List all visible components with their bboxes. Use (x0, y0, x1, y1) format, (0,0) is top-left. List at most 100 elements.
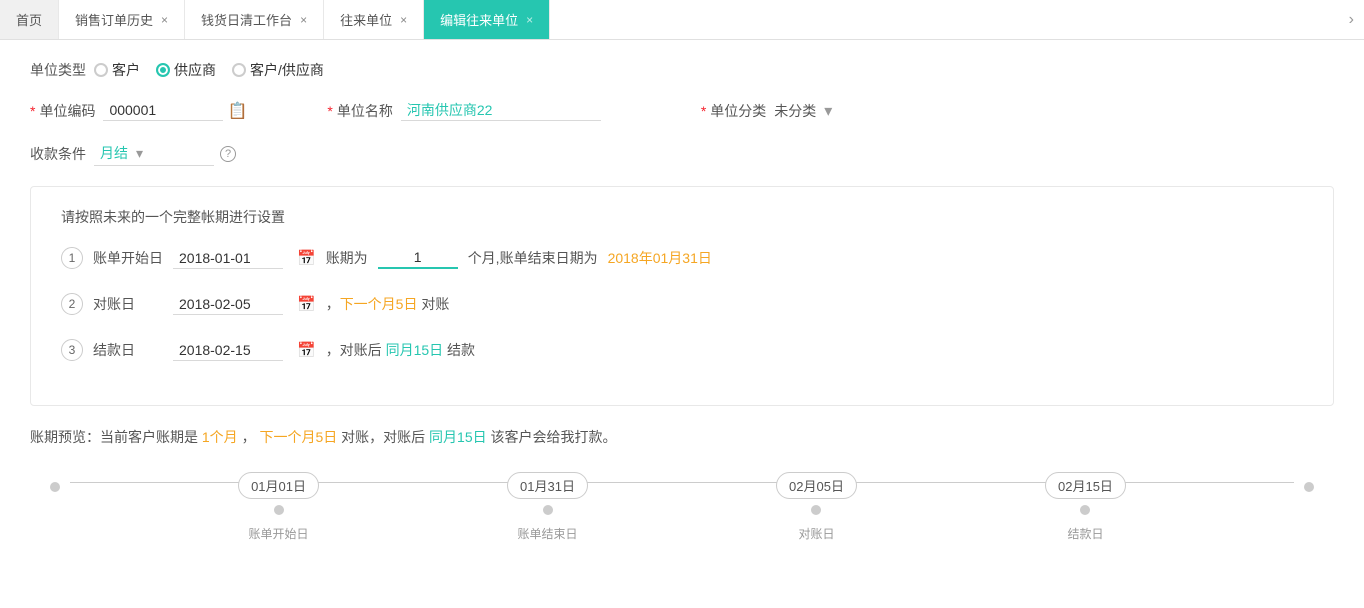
radio-group: 客户 供应商 客户/供应商 (94, 60, 324, 80)
unit-code-label: 单位编码 (39, 101, 95, 121)
unit-type-label: 单位类型 (30, 60, 86, 80)
payment-condition-group: 收款条件 月结 ▾ ? (30, 141, 236, 166)
preview-prefix: 账期预览：当前客户账期是 (30, 429, 198, 445)
unit-name-label: 单位名称 (337, 101, 393, 121)
timeline-dot-1 (274, 505, 284, 515)
tab-sales-close[interactable]: × (161, 13, 168, 27)
step-1-period-input[interactable] (378, 247, 458, 269)
tab-cashflow[interactable]: 钱货日清工作台 × (185, 0, 324, 39)
tab-bar: 首页 销售订单历史 × 钱货日清工作台 × 往来单位 × 编辑往来单位 × › (0, 0, 1364, 40)
step-3-calendar-icon[interactable]: 📅 (297, 341, 316, 359)
radio-both[interactable]: 客户/供应商 (232, 60, 324, 80)
timeline-dot-2 (543, 505, 553, 515)
unit-code-required: * (30, 103, 35, 119)
tab-home[interactable]: 首页 (0, 0, 59, 39)
timeline-dot-4 (1080, 505, 1090, 515)
unit-type-group: 单位类型 客户 供应商 客户/供应商 (30, 60, 324, 80)
step-3-text: 结款 (443, 342, 475, 358)
timeline-label-3: 对账日 (798, 525, 834, 542)
preview-mid1: ， (242, 429, 256, 445)
step-2-row: 2 对账日 📅 ，下一个月5日 对账 (61, 293, 1303, 315)
tab-counterparty-close[interactable]: × (400, 13, 407, 27)
step-3-comma: ，对账后 (326, 342, 386, 358)
step-1-date-input[interactable] (173, 248, 283, 269)
category-arrow-icon: ▾ (824, 101, 832, 121)
timeline-point-2: 01月31日 账单结束日 (507, 472, 588, 542)
timeline-points: 01月01日 账单开始日 01月31日 账单结束日 02月05日 对账日 02月… (50, 472, 1314, 542)
tab-counterparty[interactable]: 往来单位 × (324, 0, 424, 39)
radio-both-circle (232, 63, 246, 77)
tab-edit-counterparty[interactable]: 编辑往来单位 × (424, 0, 550, 39)
radio-both-label: 客户/供应商 (250, 60, 324, 80)
timeline: 01月01日 账单开始日 01月31日 账单结束日 02月05日 对账日 02月… (30, 472, 1334, 542)
timeline-label-4: 结款日 (1067, 525, 1103, 542)
step-3-row: 3 结款日 📅 ，对账后 同月15日 结款 (61, 339, 1303, 361)
step-2-calendar-icon[interactable]: 📅 (297, 295, 316, 313)
preview-section: 账期预览：当前客户账期是 1个月 ， 下一个月5日 对账，对账后 同月15日 该… (30, 426, 1334, 448)
step-3-date-input[interactable] (173, 340, 283, 361)
payment-condition-row: 收款条件 月结 ▾ ? (30, 141, 1334, 166)
tab-more-arrow[interactable]: › (1339, 11, 1364, 29)
radio-supplier[interactable]: 供应商 (156, 60, 216, 80)
unit-category-label: 单位分类 (710, 101, 766, 121)
tab-counterparty-label: 往来单位 (340, 10, 392, 29)
radio-supplier-circle (156, 63, 170, 77)
tab-sales-label: 销售订单历史 (75, 10, 153, 29)
timeline-date-4: 02月15日 (1045, 472, 1126, 499)
tab-home-label: 首页 (16, 10, 42, 29)
timeline-point-3: 02月05日 对账日 (776, 472, 857, 542)
step-1-suffix-pre: 账期为 (326, 248, 368, 268)
unit-type-row: 单位类型 客户 供应商 客户/供应商 (30, 60, 1334, 80)
radio-customer-label: 客户 (112, 60, 140, 80)
main-content: 单位类型 客户 供应商 客户/供应商 * 单位编码 (0, 40, 1364, 608)
radio-customer-circle (94, 63, 108, 77)
step-1-end-date: 2018年01月31日 (608, 248, 712, 268)
step-3-teal: 同月15日 (386, 342, 444, 358)
settings-card: 请按照未来的一个完整帐期进行设置 1 账单开始日 📅 账期为 个月,账单结束日期… (30, 186, 1334, 406)
category-dropdown[interactable]: 未分类 ▾ (774, 101, 832, 121)
tab-edit-close[interactable]: × (526, 13, 533, 27)
step-3-label: 结款日 (93, 340, 163, 360)
preview-suffix: 该客户会给我打款。 (491, 429, 617, 445)
step-1-calendar-icon[interactable]: 📅 (297, 249, 316, 267)
unit-name-input[interactable] (401, 100, 601, 121)
unit-name-required: * (327, 103, 332, 119)
payment-condition-label: 收款条件 (30, 144, 86, 164)
tab-sales-history[interactable]: 销售订单历史 × (59, 0, 185, 39)
tab-cashflow-close[interactable]: × (300, 13, 307, 27)
timeline-date-1: 01月01日 (238, 472, 319, 499)
step-2-text: 对账 (417, 296, 449, 312)
preview-mid2: 对账，对账后 (341, 429, 425, 445)
step-3-num: 3 (61, 339, 83, 361)
step-1-row: 1 账单开始日 📅 账期为 个月,账单结束日期为 2018年01月31日 (61, 247, 1303, 269)
unit-info-row: * 单位编码 📋 * 单位名称 * 单位分类 未分类 ▾ (30, 100, 1334, 121)
unit-name-group: * 单位名称 (327, 100, 600, 121)
timeline-start-dot (50, 482, 60, 492)
step-2-comma: ， (326, 296, 340, 312)
radio-supplier-label: 供应商 (174, 60, 216, 80)
payment-dropdown[interactable]: 月结 ▾ (94, 141, 214, 166)
timeline-end-dot (1304, 482, 1314, 492)
help-icon[interactable]: ? (220, 146, 236, 162)
unit-code-icon[interactable]: 📋 (227, 101, 247, 121)
unit-category-required: * (701, 103, 706, 119)
timeline-point-4: 02月15日 结款日 (1045, 472, 1126, 542)
card-instruction: 请按照未来的一个完整帐期进行设置 (61, 207, 1303, 227)
tab-edit-counterparty-label: 编辑往来单位 (440, 10, 518, 29)
timeline-date-2: 01月31日 (507, 472, 588, 499)
unit-code-input[interactable] (103, 100, 223, 121)
step-2-label: 对账日 (93, 294, 163, 314)
tab-cashflow-label: 钱货日清工作台 (201, 10, 292, 29)
timeline-date-3: 02月05日 (776, 472, 857, 499)
category-value: 未分类 (774, 101, 816, 121)
step-2-date-input[interactable] (173, 294, 283, 315)
payment-dropdown-value: 月结 (100, 143, 128, 163)
timeline-dot-3 (811, 505, 821, 515)
step-2-orange: 下一个月5日 (340, 296, 418, 312)
preview-part2: 下一个月5日 (259, 429, 337, 445)
unit-category-group: * 单位分类 未分类 ▾ (701, 101, 832, 121)
preview-part3: 同月15日 (429, 429, 487, 445)
step-1-label: 账单开始日 (93, 248, 163, 268)
timeline-point-1: 01月01日 账单开始日 (238, 472, 319, 542)
radio-customer[interactable]: 客户 (94, 60, 140, 80)
